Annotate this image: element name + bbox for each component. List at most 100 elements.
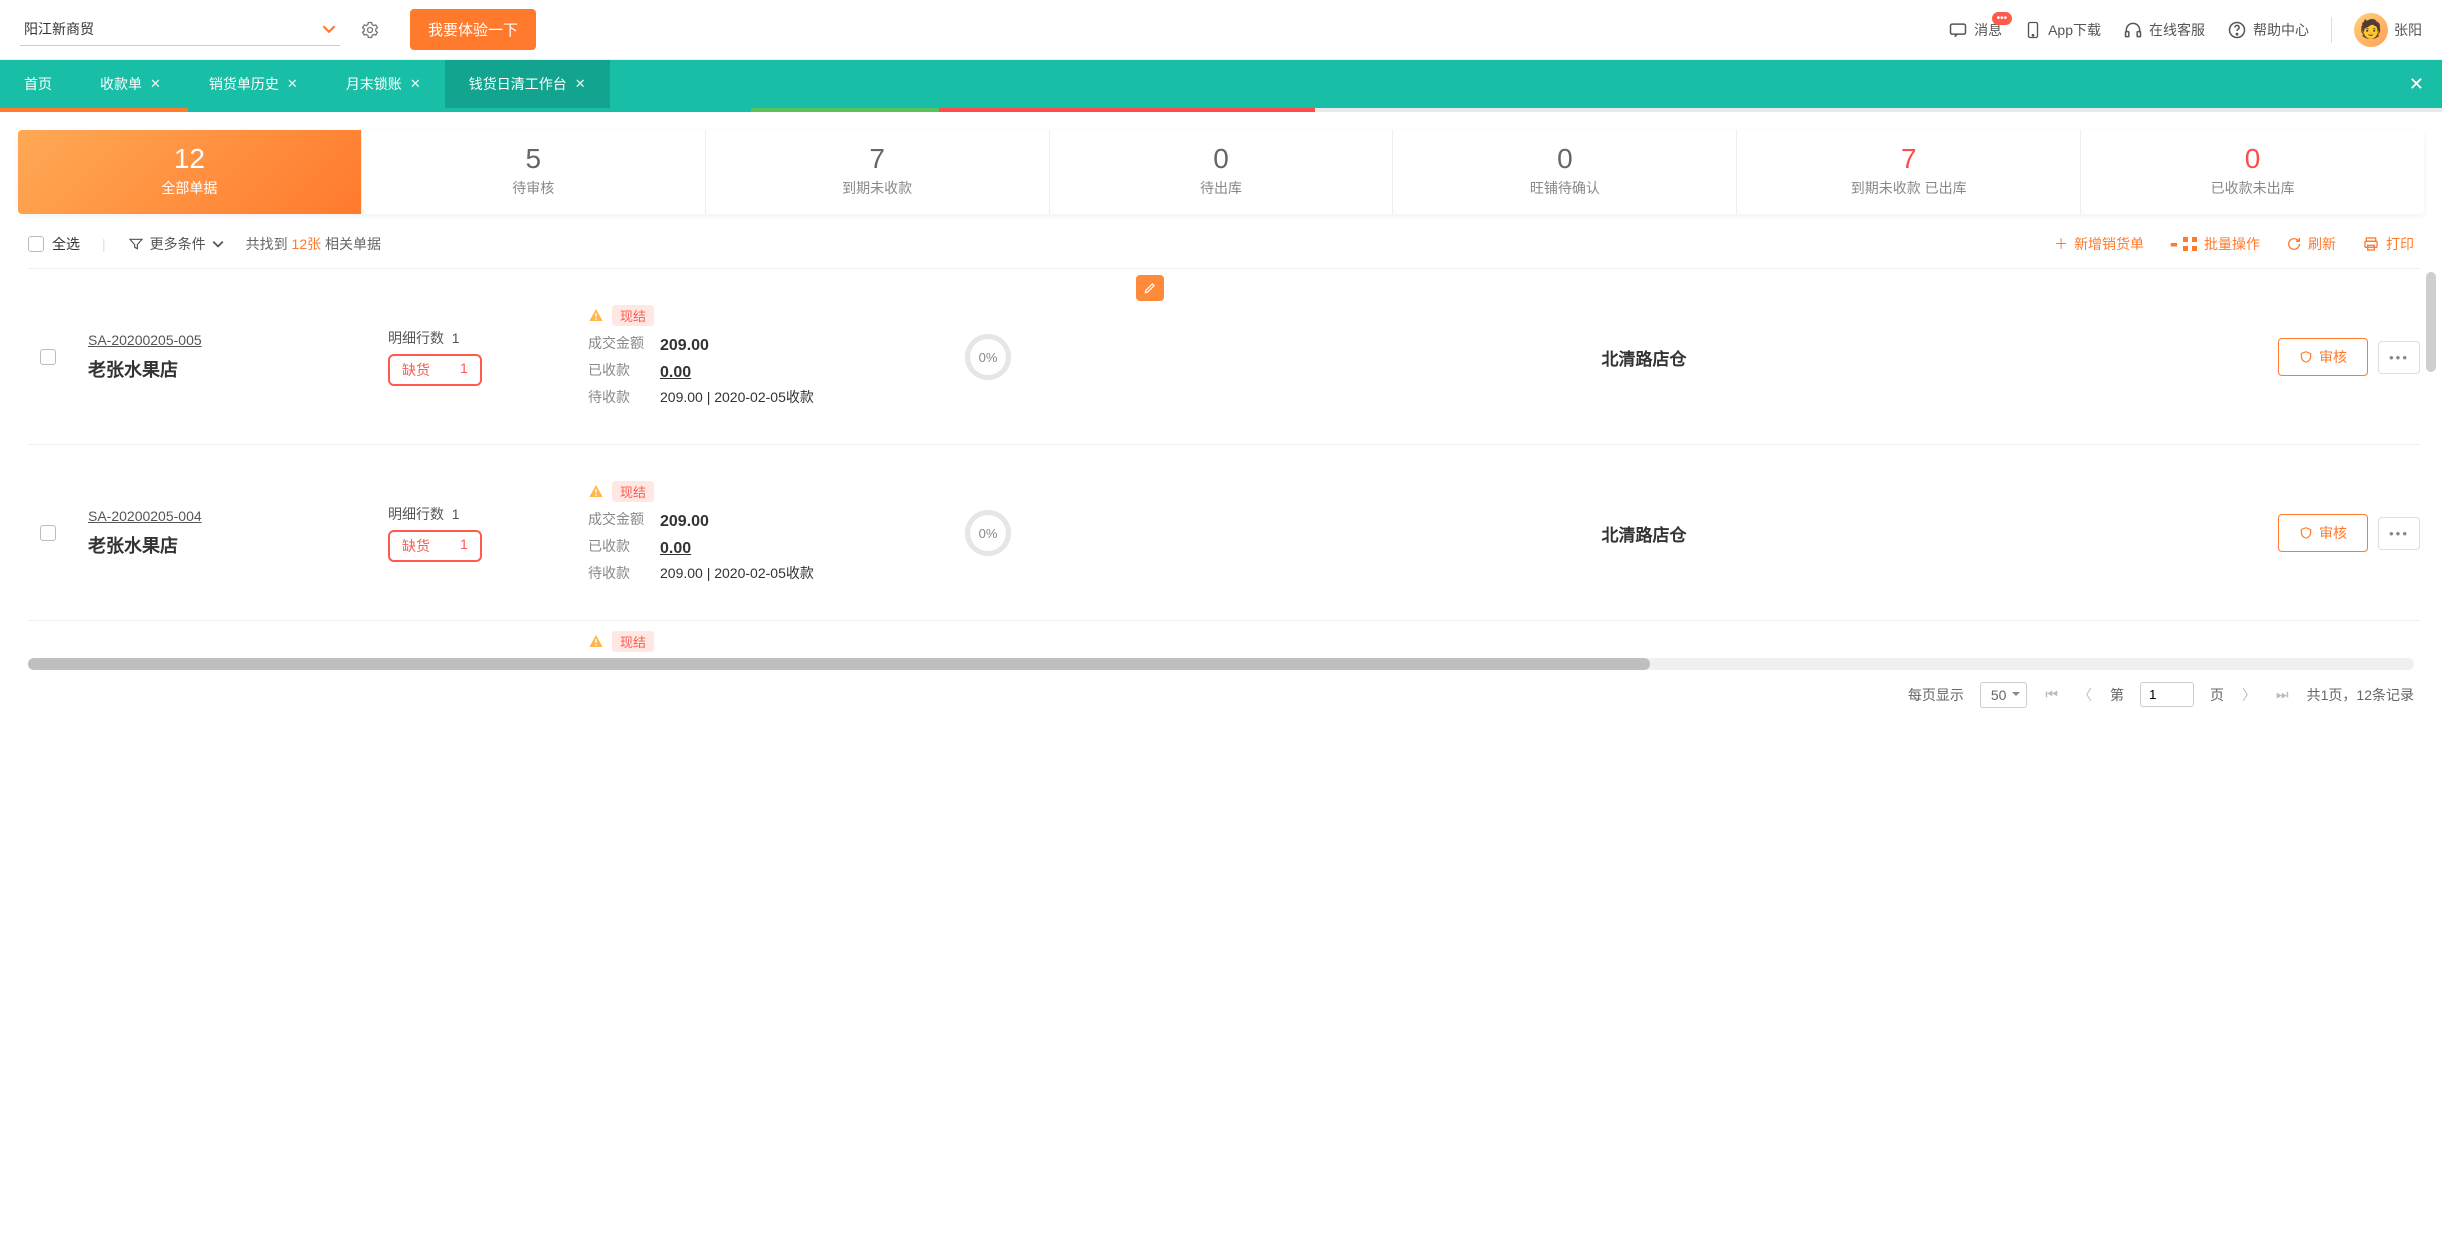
try-button[interactable]: 我要体验一下: [410, 9, 536, 50]
tab-月末锁账[interactable]: 月末锁账 ✕: [322, 60, 445, 108]
stat-number: 7: [714, 142, 1041, 176]
audit-button[interactable]: 审核: [2278, 338, 2368, 376]
close-all-tabs[interactable]: ✕: [2391, 74, 2442, 95]
received-value[interactable]: 0.00: [660, 359, 691, 386]
select-all[interactable]: 全选: [28, 234, 80, 254]
page-input[interactable]: [2140, 682, 2194, 707]
page-suffix: 页: [2210, 685, 2224, 705]
checkbox-icon: [28, 236, 44, 252]
tab-label: 销货单历史: [209, 74, 279, 94]
company-select[interactable]: 阳江新商贸: [20, 13, 340, 46]
pay-tag: 现结: [612, 631, 654, 652]
audit-button[interactable]: 审核: [2278, 514, 2368, 552]
edit-badge[interactable]: [1136, 275, 1164, 301]
shortage-box: 缺货1: [388, 530, 482, 562]
user-menu[interactable]: 🧑 张阳: [2354, 13, 2422, 47]
pending-value: 209.00 | 2020-02-05收款: [660, 562, 814, 586]
stat-card[interactable]: 0旺铺待确认: [1393, 130, 1737, 214]
stat-card[interactable]: 0待出库: [1050, 130, 1394, 214]
close-icon[interactable]: ✕: [150, 76, 161, 92]
warning-icon: [588, 633, 604, 649]
add-order-button[interactable]: ＋ 新增销货单: [2054, 234, 2144, 254]
avatar: 🧑: [2354, 13, 2388, 47]
close-icon[interactable]: ✕: [287, 76, 298, 92]
next-page-icon[interactable]: 〉: [2240, 685, 2258, 705]
stat-card[interactable]: 7到期未收款: [706, 130, 1050, 214]
col-progress: 0%: [928, 510, 1048, 556]
batch-button[interactable]: ▪▪ 批量操作: [2170, 234, 2260, 254]
found-summary: 共找到 12张 相关单据: [246, 234, 381, 254]
stat-card[interactable]: 5待审核: [362, 130, 706, 214]
more-button[interactable]: •••: [2378, 517, 2420, 550]
page-prefix: 第: [2110, 685, 2124, 705]
print-button[interactable]: 打印: [2362, 234, 2414, 254]
message-icon: [1948, 20, 1968, 40]
col-lines: 明细行数 1缺货1: [388, 328, 568, 386]
tab-销货单历史[interactable]: 销货单历史 ✕: [185, 60, 322, 108]
stat-number: 7: [1745, 142, 2072, 176]
headset-icon: [2123, 20, 2143, 40]
company-name: 阳江新商贸: [24, 19, 94, 39]
pager: 每页显示 50 ⏮ 〈 第 页 〉 ⏭ 共1页，12条记录: [0, 670, 2442, 722]
app-download-link[interactable]: App下载: [2024, 20, 2101, 40]
service-link[interactable]: 在线客服: [2123, 20, 2205, 40]
pay-tag: 现结: [612, 481, 654, 502]
row-checkbox[interactable]: [28, 525, 68, 541]
tab-钱货日清工作台[interactable]: 钱货日清工作台✕: [445, 60, 610, 108]
stat-number: 0: [1058, 142, 1385, 176]
horizontal-scrollbar[interactable]: [28, 658, 2414, 670]
close-icon[interactable]: ✕: [410, 76, 421, 92]
top-right: 消息 ••• App下载 在线客服 帮助中心 🧑 张阳: [1948, 13, 2422, 47]
per-page-select[interactable]: 50: [1980, 682, 2028, 708]
gear-icon[interactable]: [360, 20, 380, 40]
stat-number: 0: [1401, 142, 1728, 176]
stat-number: 12: [26, 142, 353, 176]
filter-icon: [128, 236, 144, 252]
stat-card[interactable]: 0已收款未出库: [2081, 130, 2424, 214]
sep: |: [102, 236, 106, 252]
last-page-icon[interactable]: ⏭: [2274, 686, 2291, 703]
tab-首页[interactable]: 首页: [0, 60, 76, 108]
customer-name: 老张水果店: [88, 356, 368, 382]
received-value[interactable]: 0.00: [660, 535, 691, 562]
pending-value: 209.00 | 2020-02-05收款: [660, 386, 814, 410]
order-number[interactable]: SA-20200205-004: [88, 508, 368, 524]
stat-card[interactable]: 12全部单据: [18, 130, 362, 214]
help-icon: [2227, 20, 2247, 40]
stat-card[interactable]: 7到期未收款 已出库: [1737, 130, 2081, 214]
help-link[interactable]: 帮助中心: [2227, 20, 2309, 40]
messages-link[interactable]: 消息 •••: [1948, 20, 2002, 40]
col-amount: 现结成交金额209.00已收款0.00待收款209.00 | 2020-02-0…: [588, 481, 908, 586]
row-checkbox[interactable]: [28, 349, 68, 365]
per-page-label: 每页显示: [1908, 685, 1964, 705]
add-label: 新增销货单: [2074, 234, 2144, 254]
prev-page-icon[interactable]: 〈: [2076, 685, 2094, 705]
row-actions: 审核 •••: [2240, 338, 2420, 376]
order-row-peek: 现结: [28, 620, 2420, 658]
scrollbar[interactable]: [2426, 272, 2436, 372]
grid-icon: ▪▪: [2170, 236, 2176, 252]
order-number[interactable]: SA-20200205-005: [88, 332, 368, 348]
tab-收款单[interactable]: 收款单 ✕: [76, 60, 185, 108]
first-page-icon[interactable]: ⏮: [2043, 686, 2060, 703]
accent-bar: [0, 108, 2442, 112]
warehouse-name: 北清路店仓: [1068, 521, 2220, 546]
list-toolbar: 全选 | 更多条件 共找到 12张 相关单据 ＋ 新增销货单 ▪▪ 批量操作 刷…: [0, 214, 2442, 268]
toolbar-left: 全选 | 更多条件 共找到 12张 相关单据: [28, 234, 381, 254]
user-name: 张阳: [2394, 20, 2422, 40]
found-prefix: 共找到: [246, 236, 292, 252]
close-icon[interactable]: ✕: [575, 76, 586, 92]
more-filter[interactable]: 更多条件: [128, 234, 224, 254]
more-button[interactable]: •••: [2378, 341, 2420, 374]
pay-tag: 现结: [612, 305, 654, 326]
row-actions: 审核 •••: [2240, 514, 2420, 552]
tab-label: 月末锁账: [346, 74, 402, 94]
shield-icon: [2299, 526, 2313, 540]
refresh-button[interactable]: 刷新: [2286, 234, 2336, 254]
shield-icon: [2299, 350, 2313, 364]
tab-label: 收款单: [100, 74, 142, 94]
print-label: 打印: [2386, 234, 2414, 254]
order-row: SA-20200205-005老张水果店明细行数 1缺货1现结成交金额209.0…: [28, 268, 2420, 444]
refresh-icon: [2286, 236, 2302, 252]
found-suffix: 相关单据: [321, 236, 381, 252]
